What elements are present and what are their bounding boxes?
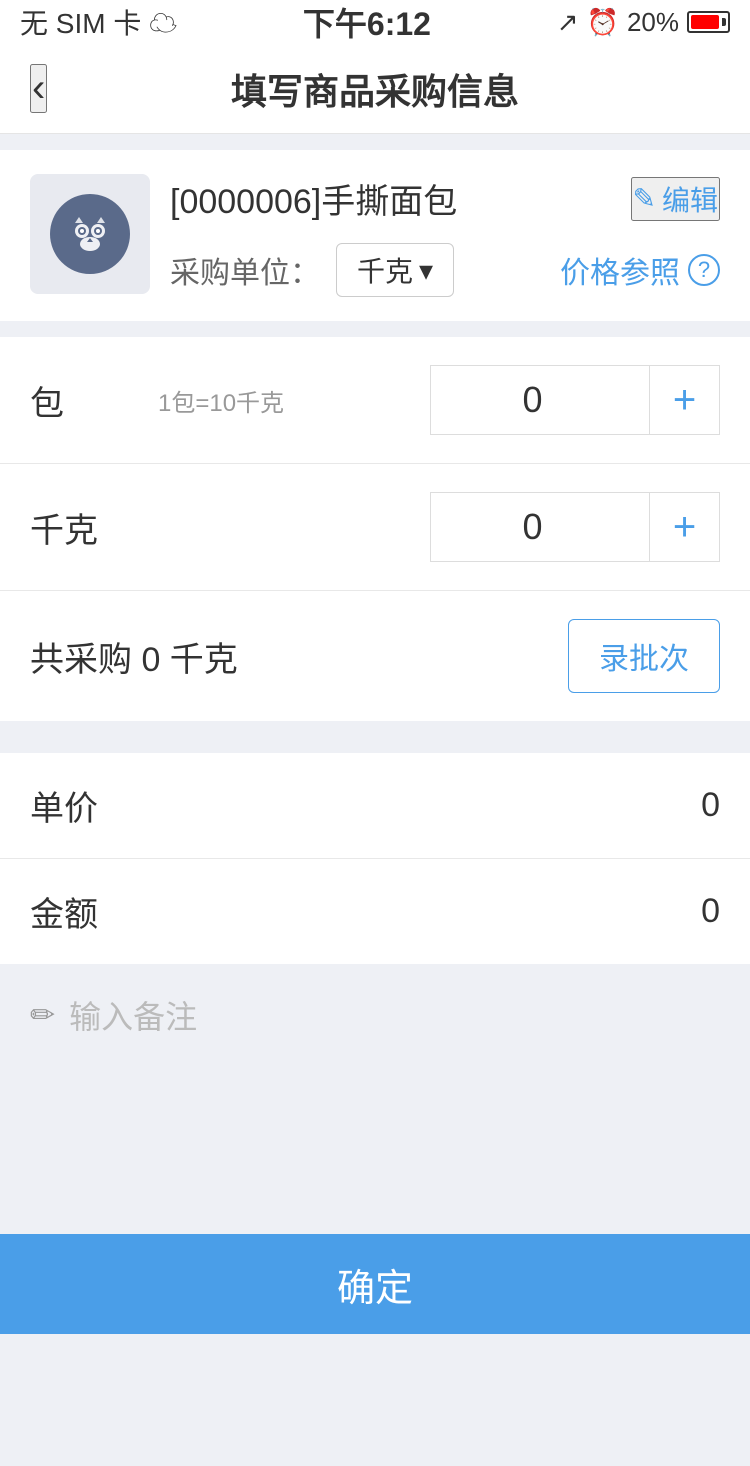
quantity-sublabel-bao: 1包=10千克 [158, 383, 284, 418]
quantity-plus-bao[interactable]: + [650, 365, 720, 435]
quantity-input-group-bao: 0 + [430, 365, 720, 435]
page-title: 填写商品采购信息 [231, 63, 519, 115]
edit-button[interactable]: ✎ 编辑 [631, 177, 720, 221]
battery-percent: 20% [627, 7, 679, 38]
product-card: [0000006]手撕面包 ✎ 编辑 采购单位： 千克 ▾ 价格参照 ? [0, 150, 750, 321]
product-name: [0000006]手撕面包 [170, 174, 457, 223]
quantity-input-kg[interactable]: 0 [430, 492, 650, 562]
location-icon: ↗ [557, 7, 579, 38]
quantity-input-group-kg: 0 + [430, 492, 720, 562]
confirm-button[interactable]: 确定 [0, 1234, 750, 1334]
price-value: 0 [701, 786, 720, 825]
remark-section[interactable]: ✏ 输入备注 [0, 964, 750, 1066]
quantity-label-kg: 千克 [30, 503, 150, 552]
battery-icon [687, 11, 730, 33]
status-right: ↗ ⏰ 20% [557, 7, 730, 38]
help-icon: ? [688, 254, 720, 286]
quantity-label-bao: 包 [30, 376, 150, 425]
unit-select[interactable]: 千克 ▾ [336, 243, 454, 297]
unit-value: 千克 [357, 250, 413, 290]
back-button[interactable]: ‹ [30, 64, 47, 113]
pencil-icon: ✏ [30, 998, 55, 1033]
price-ref-label: 价格参照 [560, 248, 680, 292]
summary-row: 共采购 0 千克 录批次 [0, 591, 750, 721]
quantity-plus-kg[interactable]: + [650, 492, 720, 562]
amount-row: 金额 0 [0, 859, 750, 964]
product-name-row: [0000006]手撕面包 ✎ 编辑 [170, 174, 720, 223]
edit-label: 编辑 [662, 179, 718, 219]
sim-label: 无 SIM 卡 ☁ [20, 2, 177, 42]
summary-text: 共采购 0 千克 [30, 632, 238, 681]
price-row: 单价 0 [0, 753, 750, 859]
status-time: 下午6:12 [303, 0, 431, 45]
info-section: 单价 0 金额 0 [0, 753, 750, 964]
amount-label: 金额 [30, 887, 98, 936]
quantity-row-bao: 包 1包=10千克 0 + [0, 337, 750, 464]
divider-band [0, 321, 750, 337]
product-logo [50, 194, 130, 274]
amount-value: 0 [701, 892, 720, 931]
status-bar: 无 SIM 卡 ☁ 下午6:12 ↗ ⏰ 20% [0, 0, 750, 44]
quantity-section: 包 1包=10千克 0 + 千克 0 + [0, 337, 750, 591]
batch-button[interactable]: 录批次 [568, 619, 720, 693]
status-left: 无 SIM 卡 ☁ [20, 2, 177, 42]
remark-placeholder: 输入备注 [69, 992, 197, 1038]
product-image [30, 174, 150, 294]
purchase-unit-label: 采购单位： [170, 248, 320, 292]
nav-bar: ‹ 填写商品采购信息 [0, 44, 750, 134]
alarm-icon: ⏰ [587, 7, 619, 38]
price-label: 单价 [30, 781, 98, 830]
divider-band-2 [0, 721, 750, 737]
edit-icon: ✎ [633, 182, 656, 215]
product-info: [0000006]手撕面包 ✎ 编辑 采购单位： 千克 ▾ 价格参照 ? [170, 174, 720, 297]
purchase-unit-row: 采购单位： 千克 ▾ 价格参照 ? [170, 243, 720, 297]
price-ref-button[interactable]: 价格参照 ? [560, 248, 720, 292]
owl-icon [65, 209, 115, 259]
quantity-input-bao[interactable]: 0 [430, 365, 650, 435]
quantity-row-kg: 千克 0 + [0, 464, 750, 591]
unit-arrow-icon: ▾ [419, 254, 433, 287]
